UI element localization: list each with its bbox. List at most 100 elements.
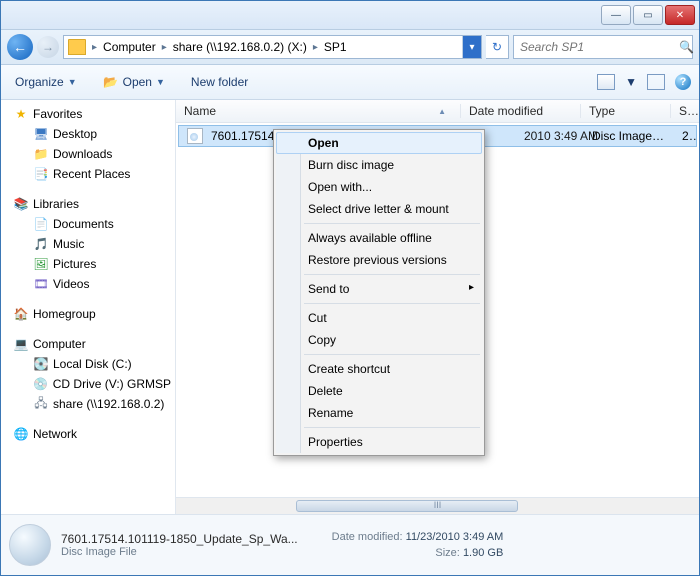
nav-desktop[interactable]: 🖥Desktop bbox=[1, 124, 175, 144]
scrollbar-thumb[interactable] bbox=[296, 500, 518, 512]
caret-down-icon[interactable]: ▼ bbox=[625, 75, 637, 89]
nav-homegroup[interactable]: 🏠Homegroup bbox=[1, 304, 175, 324]
scrollbar-grip-icon: III bbox=[434, 500, 442, 510]
titlebar: — ▭ ✕ bbox=[1, 1, 699, 30]
cd-icon: 💿 bbox=[33, 376, 49, 392]
forward-button[interactable]: → bbox=[37, 36, 59, 58]
column-header-date[interactable]: Date modified bbox=[461, 104, 581, 118]
submenu-arrow-icon: ▸ bbox=[469, 282, 474, 293]
context-separator bbox=[304, 223, 480, 224]
navigation-pane: ★Favorites 🖥Desktop 📁Downloads 📑Recent P… bbox=[1, 100, 176, 514]
details-pane: 7601.17514.101119-1850_Update_Sp_Wa... D… bbox=[1, 514, 699, 575]
back-button[interactable]: ← bbox=[7, 34, 33, 60]
nav-documents[interactable]: 📄Documents bbox=[1, 214, 175, 234]
videos-icon: 🎞 bbox=[33, 276, 49, 292]
desktop-icon: 🖥 bbox=[33, 126, 49, 142]
network-icon: 🌐 bbox=[13, 426, 29, 442]
nav-downloads[interactable]: 📁Downloads bbox=[1, 144, 175, 164]
details-metadata: Date modified: 11/23/2010 3:49 AM Size: … bbox=[332, 529, 504, 561]
chevron-right-icon[interactable]: ▸ bbox=[88, 42, 101, 53]
drive-icon: 💽 bbox=[33, 356, 49, 372]
breadcrumb-item-folder[interactable]: SP1 bbox=[322, 38, 349, 56]
column-headers: Name ▲ Date modified Type Size bbox=[176, 100, 699, 123]
network-drive-icon: 🖧 bbox=[33, 396, 49, 412]
context-open[interactable]: Open bbox=[276, 132, 482, 154]
minimize-button[interactable]: — bbox=[601, 5, 631, 25]
address-dropdown-icon[interactable]: ▾ bbox=[462, 36, 481, 58]
explorer-window: — ▭ ✕ ← → ▸ Computer ▸ share (\\192.168.… bbox=[0, 0, 700, 576]
disc-image-icon bbox=[9, 524, 51, 566]
nav-share-drive[interactable]: 🖧share (\\192.168.0.2) bbox=[1, 394, 175, 414]
nav-computer[interactable]: 💻Computer bbox=[1, 334, 175, 354]
command-bar: Organize▼ 📂 Open▼ New folder ▼ ? bbox=[1, 65, 699, 100]
context-separator bbox=[304, 354, 480, 355]
preview-pane-icon[interactable] bbox=[647, 74, 665, 90]
column-header-name[interactable]: Name ▲ bbox=[176, 104, 461, 118]
libraries-icon: 📚 bbox=[13, 196, 29, 212]
iso-file-icon bbox=[187, 128, 203, 144]
nav-cd-drive[interactable]: 💿CD Drive (V:) GRMSP bbox=[1, 374, 175, 394]
folder-icon bbox=[68, 39, 86, 55]
open-button[interactable]: 📂 Open▼ bbox=[97, 70, 171, 94]
toolbar-right-group: ▼ ? bbox=[597, 74, 691, 90]
search-input[interactable] bbox=[518, 39, 679, 55]
file-date-cell: - 2010 3:49 AM bbox=[482, 129, 602, 143]
breadcrumb-item-share[interactable]: share (\\192.168.0.2) (X:) bbox=[171, 38, 309, 56]
context-separator bbox=[304, 427, 480, 428]
context-mount[interactable]: Select drive letter & mount bbox=[276, 198, 482, 220]
context-menu: Open Burn disc image Open with... Select… bbox=[273, 129, 485, 456]
documents-icon: 📄 bbox=[33, 216, 49, 232]
view-options-icon[interactable] bbox=[597, 74, 615, 90]
nav-recent[interactable]: 📑Recent Places bbox=[1, 164, 175, 184]
context-copy[interactable]: Copy bbox=[276, 329, 482, 351]
nav-local-disk[interactable]: 💽Local Disk (C:) bbox=[1, 354, 175, 374]
context-burn[interactable]: Burn disc image bbox=[276, 154, 482, 176]
recent-icon: 📑 bbox=[33, 166, 49, 182]
context-properties[interactable]: Properties bbox=[276, 431, 482, 453]
nav-libraries[interactable]: 📚Libraries bbox=[1, 194, 175, 214]
close-button[interactable]: ✕ bbox=[665, 5, 695, 25]
context-rename[interactable]: Rename bbox=[276, 402, 482, 424]
music-icon: 🎵 bbox=[33, 236, 49, 252]
nav-network[interactable]: 🌐Network bbox=[1, 424, 175, 444]
breadcrumb[interactable]: ▸ Computer ▸ share (\\192.168.0.2) (X:) … bbox=[63, 35, 482, 59]
address-bar: ← → ▸ Computer ▸ share (\\192.168.0.2) (… bbox=[1, 30, 699, 65]
search-icon: 🔍 bbox=[679, 40, 694, 54]
context-separator bbox=[304, 274, 480, 275]
nav-music[interactable]: 🎵Music bbox=[1, 234, 175, 254]
organize-button[interactable]: Organize▼ bbox=[9, 71, 83, 93]
context-restore[interactable]: Restore previous versions bbox=[276, 249, 482, 271]
chevron-right-icon[interactable]: ▸ bbox=[309, 42, 322, 53]
chevron-right-icon[interactable]: ▸ bbox=[158, 42, 171, 53]
context-open-with[interactable]: Open with... bbox=[276, 176, 482, 198]
nav-pictures[interactable]: 🖼Pictures bbox=[1, 254, 175, 274]
column-header-size[interactable]: Size bbox=[671, 104, 699, 118]
context-delete[interactable]: Delete bbox=[276, 380, 482, 402]
context-offline[interactable]: Always available offline bbox=[276, 227, 482, 249]
details-file-name: 7601.17514.101119-1850_Update_Sp_Wa... bbox=[61, 532, 298, 546]
breadcrumb-item-computer[interactable]: Computer bbox=[101, 38, 158, 56]
file-size-cell: 2,0 bbox=[674, 129, 696, 143]
details-file-type: Disc Image File bbox=[61, 546, 298, 558]
maximize-button[interactable]: ▭ bbox=[633, 5, 663, 25]
column-header-type[interactable]: Type bbox=[581, 104, 671, 118]
horizontal-scrollbar[interactable]: III bbox=[176, 497, 699, 514]
open-icon: 📂 bbox=[103, 74, 119, 90]
context-send-to[interactable]: Send to ▸ bbox=[276, 278, 482, 300]
sort-ascending-icon: ▲ bbox=[438, 107, 446, 116]
pictures-icon: 🖼 bbox=[33, 256, 49, 272]
context-separator bbox=[304, 303, 480, 304]
nav-favorites[interactable]: ★Favorites bbox=[1, 104, 175, 124]
downloads-icon: 📁 bbox=[33, 146, 49, 162]
new-folder-button[interactable]: New folder bbox=[185, 71, 254, 93]
context-cut[interactable]: Cut bbox=[276, 307, 482, 329]
homegroup-icon: 🏠 bbox=[13, 306, 29, 322]
caret-down-icon: ▼ bbox=[156, 77, 165, 87]
caret-down-icon: ▼ bbox=[68, 77, 77, 87]
search-box[interactable]: 🔍 bbox=[513, 35, 693, 59]
nav-videos[interactable]: 🎞Videos bbox=[1, 274, 175, 294]
refresh-button[interactable]: ↻ bbox=[486, 35, 509, 59]
context-shortcut[interactable]: Create shortcut bbox=[276, 358, 482, 380]
computer-icon: 💻 bbox=[13, 336, 29, 352]
help-icon[interactable]: ? bbox=[675, 74, 691, 90]
